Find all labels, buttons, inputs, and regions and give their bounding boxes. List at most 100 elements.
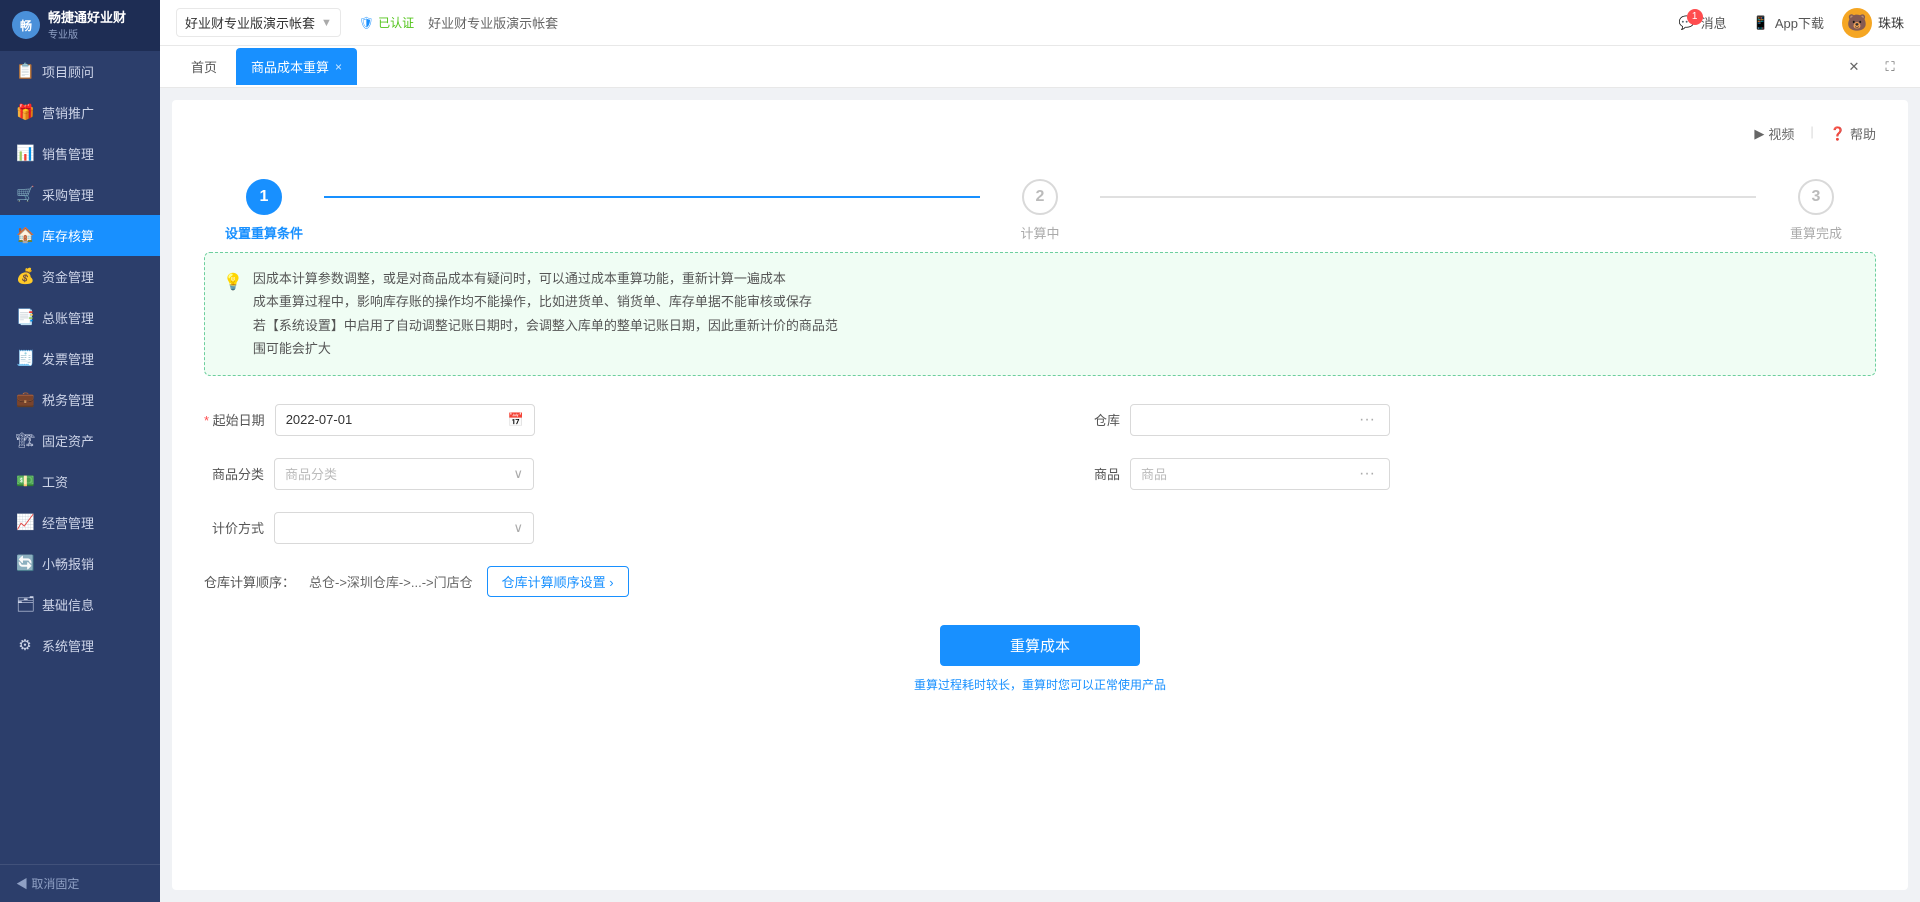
sidebar-item-label: 小畅报销 (42, 554, 94, 573)
marketing-icon: 🎁 (16, 103, 34, 121)
goods-field: 商品 商品 ··· (1060, 458, 1876, 490)
sidebar-item-payroll[interactable]: 💵 工资 (0, 461, 160, 502)
step-2: 2 计算中 (980, 179, 1100, 242)
sidebar-item-label: 资金管理 (42, 267, 94, 286)
operation-icon: 📈 (16, 513, 34, 531)
warehouse-order-btn-label: 仓库计算顺序设置 › (502, 572, 614, 591)
sidebar-item-system[interactable]: ⚙ 系统管理 (0, 625, 160, 666)
shield-icon: 🛡 (359, 16, 374, 30)
message-badge: 💬 1 (1678, 15, 1694, 31)
sidebar-item-label: 库存核算 (42, 226, 94, 245)
form-row-1: 起始日期 2022-07-01 📅 仓库 ··· (204, 404, 1876, 436)
pricing-label: 计价方式 (204, 518, 264, 537)
sidebar-nav: 📋 项目顾问 🎁 营销推广 📊 销售管理 🛒 采购管理 🏠 库存核算 💰 资金管… (0, 51, 160, 864)
recalculate-btn[interactable]: 重算成本 (940, 625, 1140, 666)
content-area: ▶ 视频 | ❓ 帮助 1 设置重算条件 2 计算中 (172, 100, 1908, 890)
step-bar-2 (1100, 196, 1756, 198)
help-label: 帮助 (1850, 124, 1876, 143)
logo-icon: 畅 (12, 11, 40, 39)
category-label: 商品分类 (204, 464, 264, 483)
sidebar-item-invoice[interactable]: 🧾 发票管理 (0, 338, 160, 379)
warehouse-order-row: 仓库计算顺序： 总仓->深圳仓库->...->门店仓 仓库计算顺序设置 › (204, 566, 1876, 597)
play-icon: ▶ (1754, 126, 1764, 142)
sidebar-item-label: 采购管理 (42, 185, 94, 204)
video-label: 视频 (1768, 124, 1794, 143)
avatar: 🐻 (1842, 8, 1872, 38)
tab-cost-recalc[interactable]: 商品成本重算 × (236, 48, 357, 85)
payroll-icon: 💵 (16, 472, 34, 490)
sidebar-unpin-btn[interactable]: ◀ 取消固定 (0, 864, 160, 902)
sidebar-item-expense[interactable]: 🔄 小畅报销 (0, 543, 160, 584)
account-selector-chevron-icon: ▼ (321, 17, 332, 29)
sidebar-item-sales[interactable]: 📊 销售管理 (0, 133, 160, 174)
video-link[interactable]: ▶ 视频 (1754, 124, 1794, 143)
step-2-label: 计算中 (1020, 223, 1059, 242)
step-2-circle: 2 (1022, 179, 1058, 215)
sidebar-item-label: 经营管理 (42, 513, 94, 532)
assets-icon: 🏗 (16, 431, 34, 449)
sidebar-item-basic[interactable]: 🗂 基础信息 (0, 584, 160, 625)
sidebar-item-project[interactable]: 📋 项目顾问 (0, 51, 160, 92)
notice-box: 💡 因成本计算参数调整，或是对商品成本有疑问时，可以通过成本重算功能，重新计算一… (204, 252, 1876, 376)
sales-icon: 📊 (16, 144, 34, 162)
start-date-label: 起始日期 (204, 410, 265, 429)
sidebar-item-label: 总账管理 (42, 308, 94, 327)
message-label: 消息 (1701, 13, 1727, 32)
start-date-input[interactable]: 2022-07-01 📅 (275, 404, 535, 436)
accounting-icon: 📑 (16, 308, 34, 326)
warehouse-order-settings-btn[interactable]: 仓库计算顺序设置 › (487, 566, 629, 597)
finance-icon: 💰 (16, 267, 34, 285)
sidebar-item-label: 营销推广 (42, 103, 94, 122)
topbar: 好业财专业版演示帐套 ▼ 🛡 已认证 好业财专业版演示帐套 💬 1 消息 📱 A… (160, 0, 1920, 46)
step-3-circle: 3 (1798, 179, 1834, 215)
invoice-icon: 🧾 (16, 349, 34, 367)
warehouse-dots-icon[interactable]: ··· (1355, 411, 1379, 429)
sidebar-item-assets[interactable]: 🏗 固定资产 (0, 420, 160, 461)
pricing-select[interactable]: ∨ (274, 512, 534, 544)
sidebar-item-tax[interactable]: 💼 税务管理 (0, 379, 160, 420)
expand-icon: ⛶ (1885, 59, 1894, 75)
close-panel-btn[interactable]: ✕ (1840, 53, 1868, 81)
category-select[interactable]: 商品分类 ∨ (274, 458, 534, 490)
step-3-label: 重算完成 (1790, 223, 1842, 242)
goods-input[interactable]: 商品 ··· (1130, 458, 1390, 490)
goods-dots-icon[interactable]: ··· (1355, 465, 1379, 483)
sidebar-item-label: 系统管理 (42, 636, 94, 655)
tab-home[interactable]: 首页 (176, 48, 232, 85)
sidebar-item-label: 固定资产 (42, 431, 94, 450)
sidebar-item-marketing[interactable]: 🎁 营销推广 (0, 92, 160, 133)
warehouse-input[interactable]: ··· (1130, 404, 1390, 436)
account-selector[interactable]: 好业财专业版演示帐套 ▼ (176, 8, 341, 37)
warehouse-field: 仓库 ··· (1060, 404, 1876, 436)
content-top-actions: ▶ 视频 | ❓ 帮助 (204, 124, 1876, 143)
hint-text: 重算过程耗时较长，重算时您可以正常使用产品 (914, 676, 1166, 693)
app-download-btn[interactable]: 📱 App下载 (1745, 9, 1832, 36)
notice-line-1: 因成本计算参数调整，或是对商品成本有疑问时，可以通过成本重算功能，重新计算一遍成… (253, 267, 838, 290)
sidebar-item-inventory[interactable]: 🏠 库存核算 (0, 215, 160, 256)
calendar-icon[interactable]: 📅 (508, 412, 524, 428)
pricing-chevron-icon: ∨ (513, 520, 523, 536)
message-btn[interactable]: 💬 1 消息 (1670, 9, 1734, 36)
sidebar-item-label: 发票管理 (42, 349, 94, 368)
message-count: 1 (1687, 9, 1703, 25)
goods-label: 商品 (1060, 464, 1120, 483)
notice-content: 因成本计算参数调整，或是对商品成本有疑问时，可以通过成本重算功能，重新计算一遍成… (253, 267, 838, 361)
tab-close-icon[interactable]: × (335, 60, 342, 74)
sidebar-item-operation[interactable]: 📈 经营管理 (0, 502, 160, 543)
app-download-label: App下载 (1775, 13, 1824, 32)
sidebar-item-purchase[interactable]: 🛒 采购管理 (0, 174, 160, 215)
basic-icon: 🗂 (16, 595, 34, 613)
step-1: 1 设置重算条件 (204, 179, 324, 242)
start-date-field: 起始日期 2022-07-01 📅 (204, 404, 1020, 436)
category-field: 商品分类 商品分类 ∨ (204, 458, 1020, 490)
notice-line-4: 围可能会扩大 (253, 337, 838, 360)
user-profile[interactable]: 🐻 珠珠 (1842, 8, 1904, 38)
help-link[interactable]: ❓ 帮助 (1830, 124, 1876, 143)
step-1-label: 设置重算条件 (225, 223, 303, 242)
warehouse-order-label: 仓库计算顺序： (204, 572, 295, 591)
sidebar-item-finance[interactable]: 💰 资金管理 (0, 256, 160, 297)
account-name-label: 好业财专业版演示帐套 (428, 13, 558, 32)
sidebar-item-label: 项目顾问 (42, 62, 94, 81)
expand-btn[interactable]: ⛶ (1876, 53, 1904, 81)
sidebar-item-accounting[interactable]: 📑 总账管理 (0, 297, 160, 338)
